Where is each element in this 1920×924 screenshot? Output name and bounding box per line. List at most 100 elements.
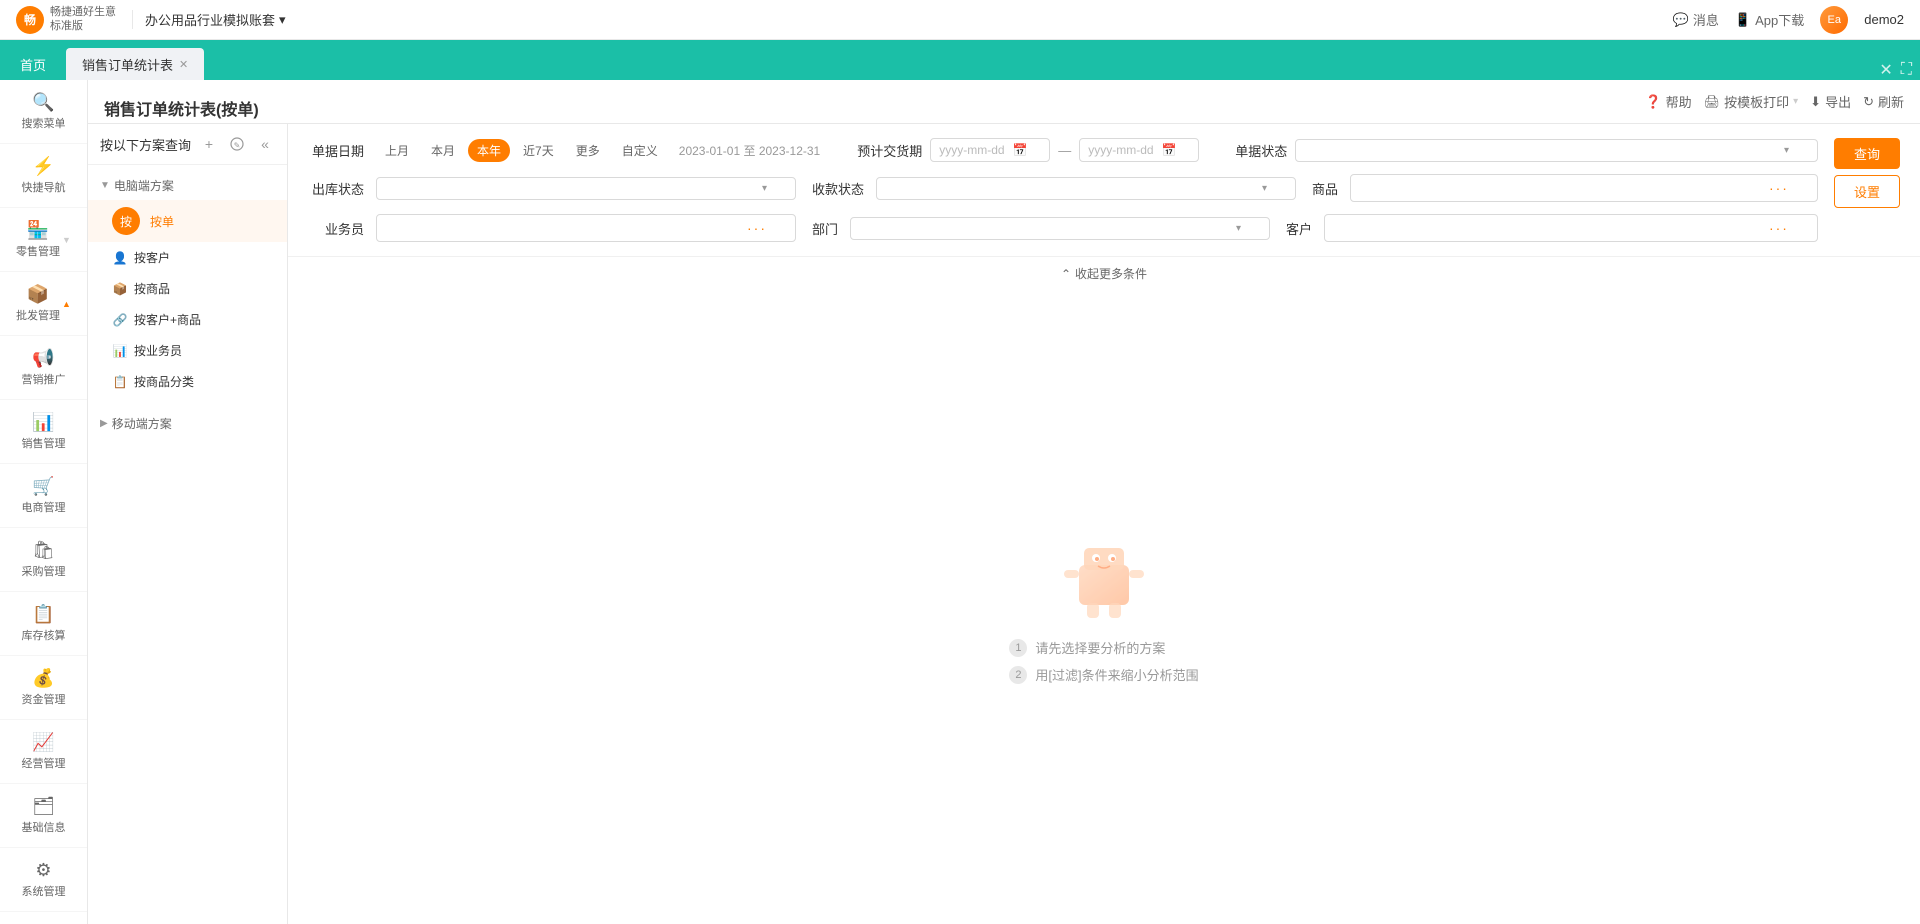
sidebar-item-finance[interactable]: 💰 资金管理 [0, 656, 87, 720]
content-area: 销售订单统计表(按单) ❓ 帮助 🖨 按模板打印 ▾ ⬇ 导出 ↻ 刷新 [88, 80, 1920, 924]
help-button[interactable]: ❓ 帮助 [1645, 92, 1691, 123]
svg-text:✎: ✎ [234, 141, 241, 150]
scheme-item-by-customer-goods[interactable]: 🔗 按客户+商品 [88, 304, 287, 335]
pc-scheme-title: 电脑端方案 [114, 177, 174, 194]
sidebar-item-wholesale[interactable]: 📦 批发管理 ▲ [0, 272, 87, 336]
scheme-item-by-goods[interactable]: 📦 按商品 [88, 273, 287, 304]
sidebar-item-enterprise[interactable]: 🤝 企业协同 [0, 912, 87, 924]
settings-button[interactable]: 设置 [1834, 175, 1900, 208]
wholesale-icon: 📦 [16, 284, 60, 305]
print-icon: 🖨 [1704, 94, 1721, 110]
edit-scheme-button[interactable]: ✎ [227, 134, 247, 154]
customer-icon: 👤 [112, 250, 128, 266]
tab-close-icon[interactable]: ✕ [179, 58, 188, 71]
empty-hints: 1 请先选择要分析的方案 2 用[过滤]条件来缩小分析范围 [1009, 638, 1198, 684]
scheme-item-by-category[interactable]: 📋 按商品分类 [88, 366, 287, 397]
delivery-date-group: 预计交货期 yyyy-mm-dd 📅 — yyyy-mm-dd 📅 [852, 138, 1199, 162]
operations-icon: 📈 [4, 732, 83, 753]
marketing-icon: 📢 [4, 348, 83, 369]
message-button[interactable]: 💬 消息 [1673, 10, 1719, 29]
calendar-icon: 📅 [1162, 143, 1177, 157]
sidebar-item-quick-nav[interactable]: ⚡ 快捷导航 [0, 144, 87, 208]
left-panel: 按以下方案查询 + ✎ « ▼ 电脑端方案 按 按单 [88, 124, 288, 924]
customer-input-group: ··· [1324, 214, 1818, 242]
tab-home[interactable]: 首页 [4, 48, 62, 80]
help-icon: ❓ [1645, 94, 1661, 110]
chevron-down-icon: ▼ [100, 180, 110, 191]
date-btn-this-year[interactable]: 本年 [468, 139, 510, 162]
close-window-icon[interactable]: ✕ [1879, 60, 1892, 80]
query-button[interactable]: 查询 [1834, 138, 1900, 169]
finance-icon: 💰 [4, 668, 83, 689]
logo-text: 畅捷通好生意 标准版 [50, 6, 116, 32]
goods-input[interactable]: ··· [1350, 174, 1818, 202]
chevron-down-icon: ▾ [1262, 183, 1267, 194]
sidebar-item-inventory[interactable]: 📋 库存核算 [0, 592, 87, 656]
message-icon: 💬 [1673, 12, 1689, 28]
customer-input[interactable]: ··· [1324, 214, 1818, 242]
scheme-label: 按商品分类 [134, 373, 194, 390]
sidebar-item-system[interactable]: ⚙ 系统管理 [0, 848, 87, 912]
panel-title: 按以下方案查询 [100, 135, 191, 154]
sidebar-item-search[interactable]: 🔍 搜索菜单 [0, 80, 87, 144]
sidebar-item-marketing[interactable]: 📢 营销推广 [0, 336, 87, 400]
export-button[interactable]: ⬇ 导出 [1810, 92, 1851, 123]
pc-scheme-header[interactable]: ▼ 电脑端方案 [88, 171, 287, 200]
collapse-panel-button[interactable]: « [255, 134, 275, 154]
scheme-item-by-salesperson[interactable]: 📊 按业务员 [88, 335, 287, 366]
tab-sales-order-stat[interactable]: 销售订单统计表 ✕ [66, 48, 204, 80]
sidebar-item-ecommerce[interactable]: 🛒 电商管理 [0, 464, 87, 528]
order-status-select[interactable]: ▾ [1295, 139, 1818, 162]
sidebar-item-sales[interactable]: 📊 销售管理 [0, 400, 87, 464]
top-bar-right: 💬 消息 📱 App下载 Ea demo2 [1673, 6, 1904, 34]
out-status-select[interactable]: ▾ [376, 177, 796, 200]
collapse-bar[interactable]: ⌃ 收起更多条件 [288, 256, 1920, 290]
content-body: 按以下方案查询 + ✎ « ▼ 电脑端方案 按 按单 [88, 124, 1920, 924]
sidebar-item-retail[interactable]: 🏪 零售管理 ▼ [0, 208, 87, 272]
salesperson-label: 业务员 [308, 219, 364, 238]
mobile-scheme-header[interactable]: ▶ 移动端方案 [88, 409, 287, 438]
goods-input-group: ··· [1350, 174, 1818, 202]
main-layout: 🔍 搜索菜单 ⚡ 快捷导航 🏪 零售管理 ▼ 📦 批发管理 ▲ 📢 营销推广 [0, 80, 1920, 924]
date-btn-custom[interactable]: 自定义 [613, 139, 667, 162]
sidebar-item-purchase[interactable]: 🛍 采购管理 [0, 528, 87, 592]
delivery-date-start-input[interactable]: yyyy-mm-dd 📅 [930, 138, 1050, 162]
delivery-date-end-input[interactable]: yyyy-mm-dd 📅 [1079, 138, 1199, 162]
download-icon: 📱 [1735, 12, 1751, 28]
workspace-name: 办公用品行业模拟账套 [145, 10, 275, 29]
empty-hint-2: 2 用[过滤]条件来缩小分析范围 [1009, 665, 1198, 684]
workspace-selector[interactable]: 办公用品行业模拟账套 ▾ [132, 10, 286, 29]
sidebar-item-basic[interactable]: 🗂 基础信息 [0, 784, 87, 848]
avatar[interactable]: Ea [1820, 6, 1848, 34]
top-bar-left: 畅 畅捷通好生意 标准版 办公用品行业模拟账套 ▾ [16, 6, 286, 34]
ecommerce-icon: 🛒 [4, 476, 83, 497]
page-header: 销售订单统计表(按单) ❓ 帮助 🖨 按模板打印 ▾ ⬇ 导出 ↻ 刷新 [88, 80, 1920, 124]
customer-goods-icon: 🔗 [112, 312, 128, 328]
page-actions: ❓ 帮助 🖨 按模板打印 ▾ ⬇ 导出 ↻ 刷新 [1645, 92, 1904, 123]
receipt-status-select[interactable]: ▾ [876, 177, 1296, 200]
scheme-item-by-customer[interactable]: 👤 按客户 [88, 242, 287, 273]
app-download-button[interactable]: 📱 App下载 [1735, 10, 1804, 29]
scheme-label: 按客户+商品 [134, 311, 201, 328]
dept-select[interactable]: ▾ [850, 217, 1270, 240]
date-btn-7days[interactable]: 近7天 [514, 139, 563, 162]
maximize-icon[interactable]: ⛶ [1901, 61, 1912, 79]
salesperson-input-group: ··· [376, 214, 796, 242]
refresh-button[interactable]: ↻ 刷新 [1863, 92, 1904, 123]
more-icon: ··· [747, 220, 767, 236]
date-separator: — [1058, 143, 1071, 158]
date-btn-this-month[interactable]: 本月 [422, 139, 464, 162]
salesperson-input[interactable]: ··· [376, 214, 796, 242]
scheme-item-by-order[interactable]: 按 按单 [88, 200, 287, 242]
add-scheme-button[interactable]: + [199, 134, 219, 154]
sidebar-item-operations[interactable]: 📈 经营管理 [0, 720, 87, 784]
query-actions: 查询 设置 [1834, 138, 1900, 208]
receipt-status-label: 收款状态 [808, 179, 864, 198]
date-btn-last-month[interactable]: 上月 [376, 139, 418, 162]
mobile-scheme-title: 移动端方案 [112, 415, 172, 432]
export-icon: ⬇ [1810, 94, 1821, 110]
date-btn-more[interactable]: 更多 [567, 139, 609, 162]
purchase-icon: 🛍 [4, 540, 83, 561]
chevron-up-icon: ⌃ [1061, 267, 1071, 281]
template-print-button[interactable]: 🖨 按模板打印 ▾ [1704, 92, 1799, 123]
